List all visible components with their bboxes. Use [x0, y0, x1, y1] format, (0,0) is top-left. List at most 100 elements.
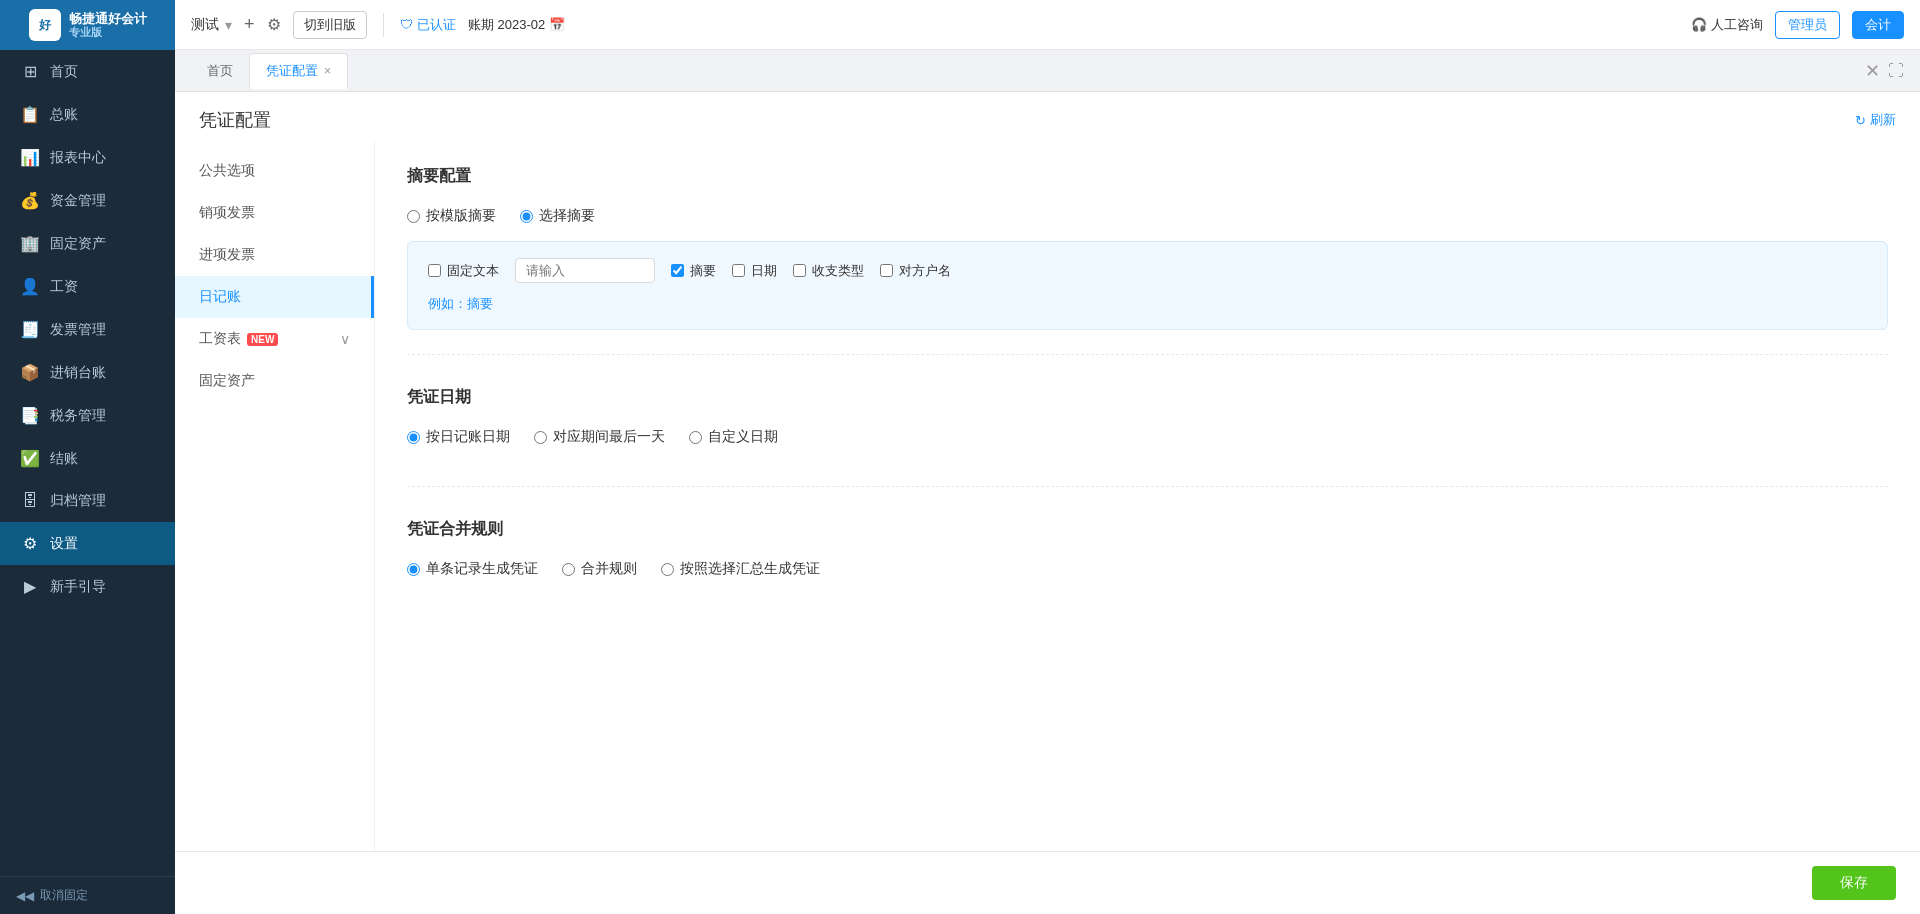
fullscreen-btn[interactable]: ⛶: [1888, 60, 1904, 82]
sidebar-icon-payroll: 👤: [20, 277, 40, 296]
close-window-btn[interactable]: ✕: [1865, 60, 1880, 82]
date-radio-group: 按日记账日期 对应期间最后一天 自定义日期: [407, 428, 1888, 446]
counterpart-label: 对方户名: [899, 262, 951, 280]
income-type-checkbox[interactable]: 收支类型: [793, 262, 864, 280]
sidebar-item-tax[interactable]: 📑 税务管理: [0, 394, 175, 437]
sidebar-item-home[interactable]: ⊞ 首页: [0, 50, 175, 93]
period-last-day-radio[interactable]: 对应期间最后一天: [534, 428, 665, 446]
cancel-pin-btn[interactable]: ◀◀ 取消固定: [0, 876, 175, 914]
content-area: 首页 凭证配置 × ✕ ⛶ 凭证配置 ↻: [175, 50, 1920, 914]
sidebar-item-payroll[interactable]: 👤 工资: [0, 265, 175, 308]
select-merge-radio[interactable]: 按照选择汇总生成凭证: [661, 560, 820, 578]
counterpart-input[interactable]: [880, 264, 893, 277]
sidebar-label-tax: 税务管理: [50, 407, 106, 425]
period-value: 2023-02: [498, 17, 546, 32]
template-summary-input[interactable]: [407, 210, 420, 223]
company-name: 测试: [191, 16, 219, 34]
logo-icon: 好: [29, 9, 61, 41]
certified-badge: 🛡 已认证: [400, 16, 456, 34]
tab-close-icon[interactable]: ×: [324, 64, 331, 78]
summary-config-box: 固定文本 摘要: [407, 241, 1888, 330]
certified-text: 已认证: [417, 16, 456, 34]
config-layout: 公共选项 销项发票 进项发票 日记账: [175, 142, 1920, 851]
merge-rule-radio[interactable]: 合并规则: [562, 560, 637, 578]
fixed-text-field[interactable]: [515, 258, 655, 283]
select-summary-label: 选择摘要: [539, 207, 595, 225]
sidebar-nav: ⊞ 首页 📋 总账 📊 报表中心 💰 资金管理 🏢 固定资产 👤 工资 🧾 发票…: [0, 50, 175, 876]
summary-checkbox[interactable]: 摘要: [671, 262, 716, 280]
company-selector[interactable]: 测试 ▾: [191, 16, 232, 34]
page-header: 凭证配置 ↻ 刷新: [175, 92, 1920, 142]
date-input[interactable]: [732, 264, 745, 277]
top-right-actions: 🎧 人工咨询 管理员 会计: [1691, 11, 1904, 39]
sidebar-label-reports: 报表中心: [50, 149, 106, 167]
nav-diary[interactable]: 日记账: [175, 276, 374, 318]
merge-rule-input[interactable]: [562, 563, 575, 576]
fixed-text-input[interactable]: [428, 264, 441, 277]
tab-voucher-config[interactable]: 凭证配置 ×: [249, 53, 348, 89]
sidebar-icon-home: ⊞: [20, 62, 40, 81]
sidebar-item-ledger[interactable]: 📋 总账: [0, 93, 175, 136]
sidebar-item-reports[interactable]: 📊 报表中心: [0, 136, 175, 179]
sidebar-item-checkout[interactable]: ✅ 结账: [0, 437, 175, 480]
custom-date-input[interactable]: [689, 431, 702, 444]
sidebar-item-archive[interactable]: 🗄 归档管理: [0, 480, 175, 522]
period-last-day-input[interactable]: [534, 431, 547, 444]
period-last-day-label: 对应期间最后一天: [553, 428, 665, 446]
accountant-btn[interactable]: 会计: [1852, 11, 1904, 39]
merge-radio-group: 单条记录生成凭证 合并规则 按照选择汇总生成凭证: [407, 560, 1888, 578]
refresh-btn[interactable]: ↻ 刷新: [1855, 111, 1896, 129]
tab-home[interactable]: 首页: [191, 54, 249, 88]
consult-btn[interactable]: 🎧 人工咨询: [1691, 16, 1763, 34]
select-merge-label: 按照选择汇总生成凭证: [680, 560, 820, 578]
sidebar-icon-capital: 💰: [20, 191, 40, 210]
sidebar-item-invoice[interactable]: 🧾 发票管理: [0, 308, 175, 351]
summary-section-title: 摘要配置: [407, 166, 1888, 187]
sidebar-item-capital[interactable]: 💰 资金管理: [0, 179, 175, 222]
cancel-pin-label: 取消固定: [40, 887, 88, 904]
diary-date-input[interactable]: [407, 431, 420, 444]
tab-bar: 首页 凭证配置 × ✕ ⛶: [175, 50, 1920, 92]
logo-line1: 畅捷通好会计: [69, 11, 147, 27]
nav-payroll-table[interactable]: 工资表 NEW ∨: [175, 318, 374, 360]
page-title: 凭证配置: [199, 108, 271, 132]
sidebar-item-guide[interactable]: ▶ 新手引导: [0, 565, 175, 608]
page-inner: 凭证配置 ↻ 刷新 公共选项: [175, 92, 1920, 914]
date-section: 凭证日期 按日记账日期 对应期间最后一天: [407, 387, 1888, 487]
gear-icon[interactable]: ⚙: [267, 15, 281, 34]
single-record-input[interactable]: [407, 563, 420, 576]
sidebar-label-payroll: 工资: [50, 278, 78, 296]
sidebar-item-assets[interactable]: 🏢 固定资产: [0, 222, 175, 265]
template-summary-radio[interactable]: 按模版摘要: [407, 207, 496, 225]
select-summary-radio[interactable]: 选择摘要: [520, 207, 595, 225]
calendar-icon[interactable]: 📅: [549, 17, 565, 32]
nav-fixed-assets-label: 固定资产: [199, 372, 255, 390]
sidebar-item-settings[interactable]: ⚙ 设置: [0, 522, 175, 565]
income-type-input[interactable]: [793, 264, 806, 277]
date-checkbox[interactable]: 日期: [732, 262, 777, 280]
divider: [383, 13, 384, 37]
nav-public[interactable]: 公共选项: [175, 150, 374, 192]
fixed-text-checkbox[interactable]: 固定文本: [428, 262, 499, 280]
single-record-radio[interactable]: 单条记录生成凭证: [407, 560, 538, 578]
add-icon[interactable]: +: [244, 14, 255, 35]
admin-btn[interactable]: 管理员: [1775, 11, 1840, 39]
merge-section-title: 凭证合并规则: [407, 519, 1888, 540]
period-badge: 账期 2023-02 📅: [468, 16, 566, 34]
sidebar-label-guide: 新手引导: [50, 578, 106, 596]
nav-public-label: 公共选项: [199, 162, 255, 180]
summary-input[interactable]: [671, 264, 684, 277]
tab-home-label: 首页: [207, 62, 233, 80]
select-summary-input[interactable]: [520, 210, 533, 223]
old-version-btn[interactable]: 切到旧版: [293, 11, 367, 39]
counterpart-checkbox[interactable]: 对方户名: [880, 262, 951, 280]
nav-purchase-invoice[interactable]: 进项发票: [175, 234, 374, 276]
nav-sales-invoice[interactable]: 销项发票: [175, 192, 374, 234]
save-btn[interactable]: 保存: [1812, 866, 1896, 900]
page-content: 凭证配置 ↻ 刷新 公共选项: [175, 92, 1920, 914]
select-merge-input[interactable]: [661, 563, 674, 576]
nav-fixed-assets[interactable]: 固定资产: [175, 360, 374, 402]
custom-date-radio[interactable]: 自定义日期: [689, 428, 778, 446]
sidebar-item-sales[interactable]: 📦 进销台账: [0, 351, 175, 394]
diary-date-radio[interactable]: 按日记账日期: [407, 428, 510, 446]
